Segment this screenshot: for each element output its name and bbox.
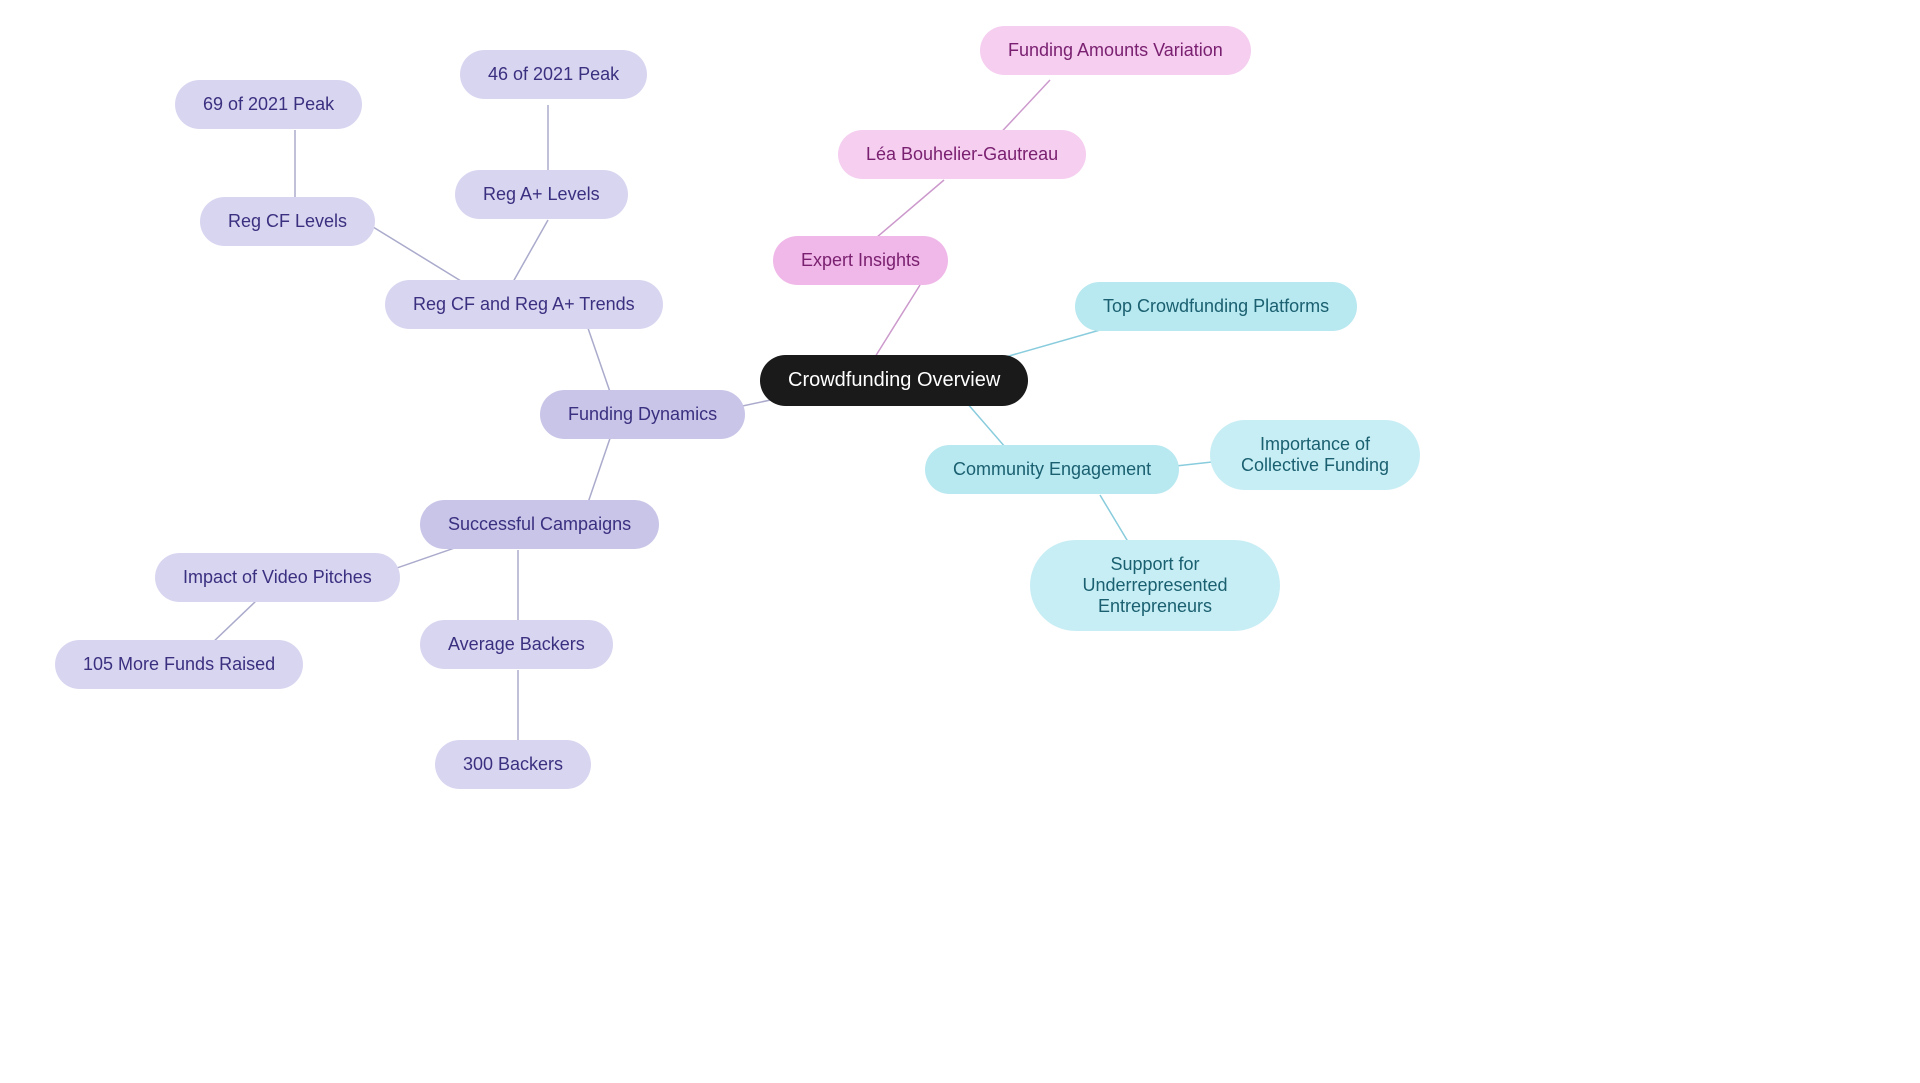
reg-a-levels-node[interactable]: Reg A+ Levels — [455, 170, 628, 219]
peak-69-node[interactable]: 69 of 2021 Peak — [175, 80, 362, 129]
expert-insights-node[interactable]: Expert Insights — [773, 236, 948, 285]
peak-46-node[interactable]: 46 of 2021 Peak — [460, 50, 647, 99]
reg-cf-trends-node[interactable]: Reg CF and Reg A+ Trends — [385, 280, 663, 329]
average-backers-node[interactable]: Average Backers — [420, 620, 613, 669]
community-engagement-label: Community Engagement — [953, 459, 1151, 480]
lea-node[interactable]: Léa Bouhelier-Gautreau — [838, 130, 1086, 179]
funding-dynamics-label: Funding Dynamics — [568, 404, 717, 425]
lea-label: Léa Bouhelier-Gautreau — [866, 144, 1058, 165]
reg-cf-trends-label: Reg CF and Reg A+ Trends — [413, 294, 635, 315]
more-funds-node[interactable]: 105 More Funds Raised — [55, 640, 303, 689]
collective-funding-node[interactable]: Importance of Collective Funding — [1210, 420, 1420, 490]
backers-300-node[interactable]: 300 Backers — [435, 740, 591, 789]
peak-46-label: 46 of 2021 Peak — [488, 64, 619, 85]
impact-video-node[interactable]: Impact of Video Pitches — [155, 553, 400, 602]
center-label: Crowdfunding Overview — [788, 369, 1000, 392]
reg-cf-levels-node[interactable]: Reg CF Levels — [200, 197, 375, 246]
underrepresented-node[interactable]: Support for Underrepresented Entrepreneu… — [1030, 540, 1280, 631]
top-platforms-node[interactable]: Top Crowdfunding Platforms — [1075, 282, 1357, 331]
backers-300-label: 300 Backers — [463, 754, 563, 775]
community-engagement-node[interactable]: Community Engagement — [925, 445, 1179, 494]
more-funds-label: 105 More Funds Raised — [83, 654, 275, 675]
expert-insights-label: Expert Insights — [801, 250, 920, 271]
collective-funding-label: Importance of Collective Funding — [1238, 434, 1392, 476]
funding-amounts-label: Funding Amounts Variation — [1008, 40, 1223, 61]
successful-campaigns-node[interactable]: Successful Campaigns — [420, 500, 659, 549]
reg-cf-levels-label: Reg CF Levels — [228, 211, 347, 232]
peak-69-label: 69 of 2021 Peak — [203, 94, 334, 115]
underrepresented-label: Support for Underrepresented Entrepreneu… — [1058, 554, 1252, 617]
impact-video-label: Impact of Video Pitches — [183, 567, 372, 588]
top-platforms-label: Top Crowdfunding Platforms — [1103, 296, 1329, 317]
center-node[interactable]: Crowdfunding Overview — [760, 355, 1028, 406]
reg-a-levels-label: Reg A+ Levels — [483, 184, 600, 205]
average-backers-label: Average Backers — [448, 634, 585, 655]
successful-campaigns-label: Successful Campaigns — [448, 514, 631, 535]
funding-amounts-node[interactable]: Funding Amounts Variation — [980, 26, 1251, 75]
funding-dynamics-node[interactable]: Funding Dynamics — [540, 390, 745, 439]
